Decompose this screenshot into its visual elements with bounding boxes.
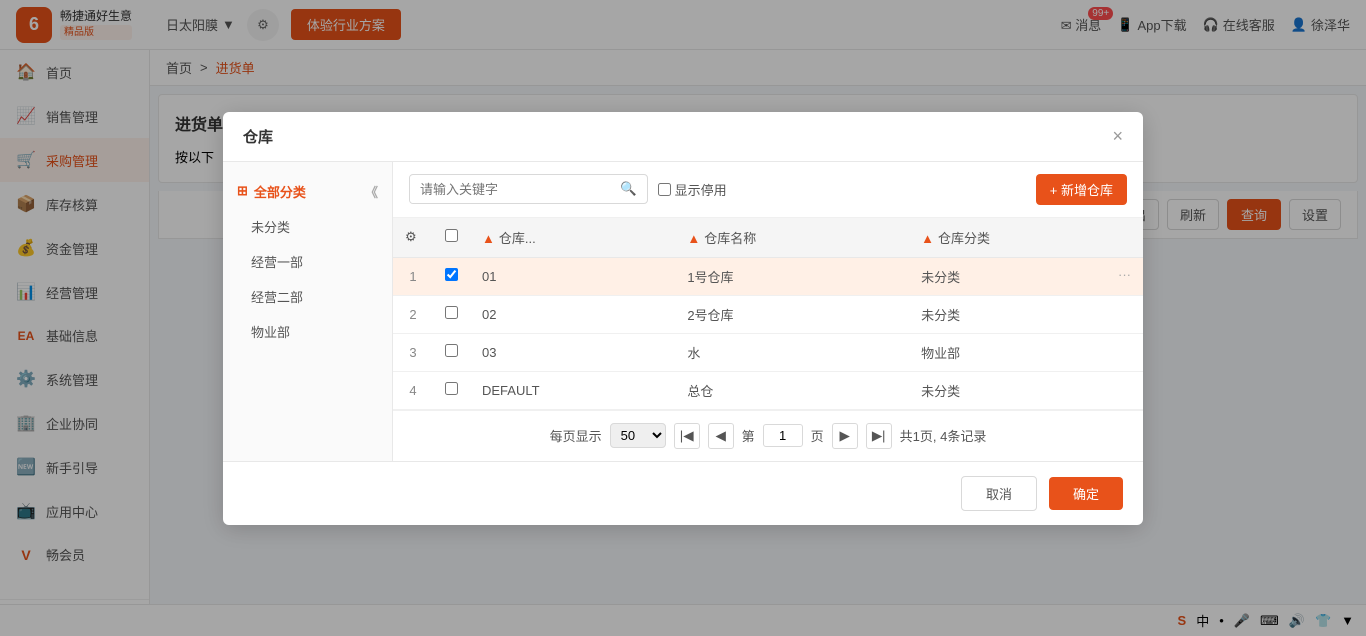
all-categories-item[interactable]: ⊞ 全部分类 《 <box>223 174 392 209</box>
row-num: 3 <box>393 333 433 371</box>
row-actions[interactable]: ··· <box>1118 267 1131 282</box>
table-row[interactable]: 1 01 1号仓库 未分类 ··· <box>393 257 1143 295</box>
show-disabled-label[interactable]: 显示停用 <box>658 180 727 199</box>
warehouse-code: DEFAULT <box>470 371 675 409</box>
category-sidebar: ⊞ 全部分类 《 未分类 经营一部 经营二部 物业部 <box>223 162 393 461</box>
modal-title: 仓库 <box>243 126 273 147</box>
row-checkbox[interactable] <box>445 268 458 281</box>
category-item-property[interactable]: 物业部 <box>223 314 392 349</box>
category-item-unclassified[interactable]: 未分类 <box>223 209 392 244</box>
add-warehouse-button[interactable]: + 新增仓库 <box>1036 174 1127 205</box>
warehouse-modal: 仓库 × ⊞ 全部分类 《 未分类 经营一部 经营二部 物业部 <box>223 112 1143 525</box>
category-item-ops1[interactable]: 经营一部 <box>223 244 392 279</box>
confirm-button[interactable]: 确定 <box>1049 477 1123 510</box>
table-row[interactable]: 2 02 2号仓库 未分类 <box>393 295 1143 333</box>
select-all-checkbox[interactable] <box>445 229 458 242</box>
warehouse-category: 物业部 <box>909 333 1143 371</box>
first-page-button[interactable]: |◀ <box>674 423 700 449</box>
prev-page-button[interactable]: ◀ <box>708 423 734 449</box>
col-name: ▲仓库名称 <box>675 218 909 258</box>
warehouse-name: 水 <box>675 333 909 371</box>
show-disabled-checkbox[interactable] <box>658 183 671 196</box>
warehouse-code: 02 <box>470 295 675 333</box>
col-settings: ⚙ <box>393 218 433 258</box>
table-row[interactable]: 3 03 水 物业部 <box>393 333 1143 371</box>
modal-toolbar: 🔍 显示停用 + 新增仓库 <box>393 162 1143 218</box>
warehouse-category: 未分类 <box>909 371 1143 409</box>
per-page-select[interactable]: 50 100 <box>610 423 666 448</box>
warehouse-table: ⚙ ▲仓库... ▲仓库名称 ▲仓库分类 1 01 <box>393 218 1143 410</box>
cancel-button[interactable]: 取消 <box>961 476 1037 511</box>
modal-overlay: 仓库 × ⊞ 全部分类 《 未分类 经营一部 经营二部 物业部 <box>0 0 1366 636</box>
row-num: 2 <box>393 295 433 333</box>
collapse-button[interactable]: 《 <box>365 182 378 201</box>
warehouse-code: 01 <box>470 257 675 295</box>
col-code: ▲仓库... <box>470 218 675 258</box>
table-row[interactable]: 4 DEFAULT 总仓 未分类 <box>393 371 1143 409</box>
row-checkbox[interactable] <box>445 306 458 319</box>
col-checkbox <box>433 218 470 258</box>
warehouse-category: 未分类 <box>909 295 1143 333</box>
warehouse-name: 1号仓库 <box>675 257 909 295</box>
row-num: 1 <box>393 257 433 295</box>
pagination: 每页显示 50 100 |◀ ◀ 第 页 ▶ ▶| 共1页, 4条记录 <box>393 410 1143 461</box>
category-item-ops2[interactable]: 经营二部 <box>223 279 392 314</box>
col-category: ▲仓库分类 <box>909 218 1143 258</box>
page-number-input[interactable] <box>763 424 803 447</box>
row-num: 4 <box>393 371 433 409</box>
next-page-button[interactable]: ▶ <box>832 423 858 449</box>
search-input-wrap: 🔍 <box>409 174 648 204</box>
row-checkbox[interactable] <box>445 382 458 395</box>
modal-body: ⊞ 全部分类 《 未分类 经营一部 经营二部 物业部 🔍 <box>223 162 1143 461</box>
warehouse-code: 03 <box>470 333 675 371</box>
search-button[interactable]: 🔍 <box>610 175 647 203</box>
last-page-button[interactable]: ▶| <box>866 423 892 449</box>
modal-close-button[interactable]: × <box>1112 126 1123 147</box>
modal-main: 🔍 显示停用 + 新增仓库 ⚙ <box>393 162 1143 461</box>
modal-actions: 取消 确定 <box>223 461 1143 525</box>
search-input[interactable] <box>410 176 610 203</box>
warehouse-name: 总仓 <box>675 371 909 409</box>
grid-icon: ⊞ <box>237 183 248 199</box>
warehouse-name: 2号仓库 <box>675 295 909 333</box>
row-checkbox[interactable] <box>445 344 458 357</box>
warehouse-category: 未分类 ··· <box>909 257 1143 295</box>
modal-header: 仓库 × <box>223 112 1143 162</box>
